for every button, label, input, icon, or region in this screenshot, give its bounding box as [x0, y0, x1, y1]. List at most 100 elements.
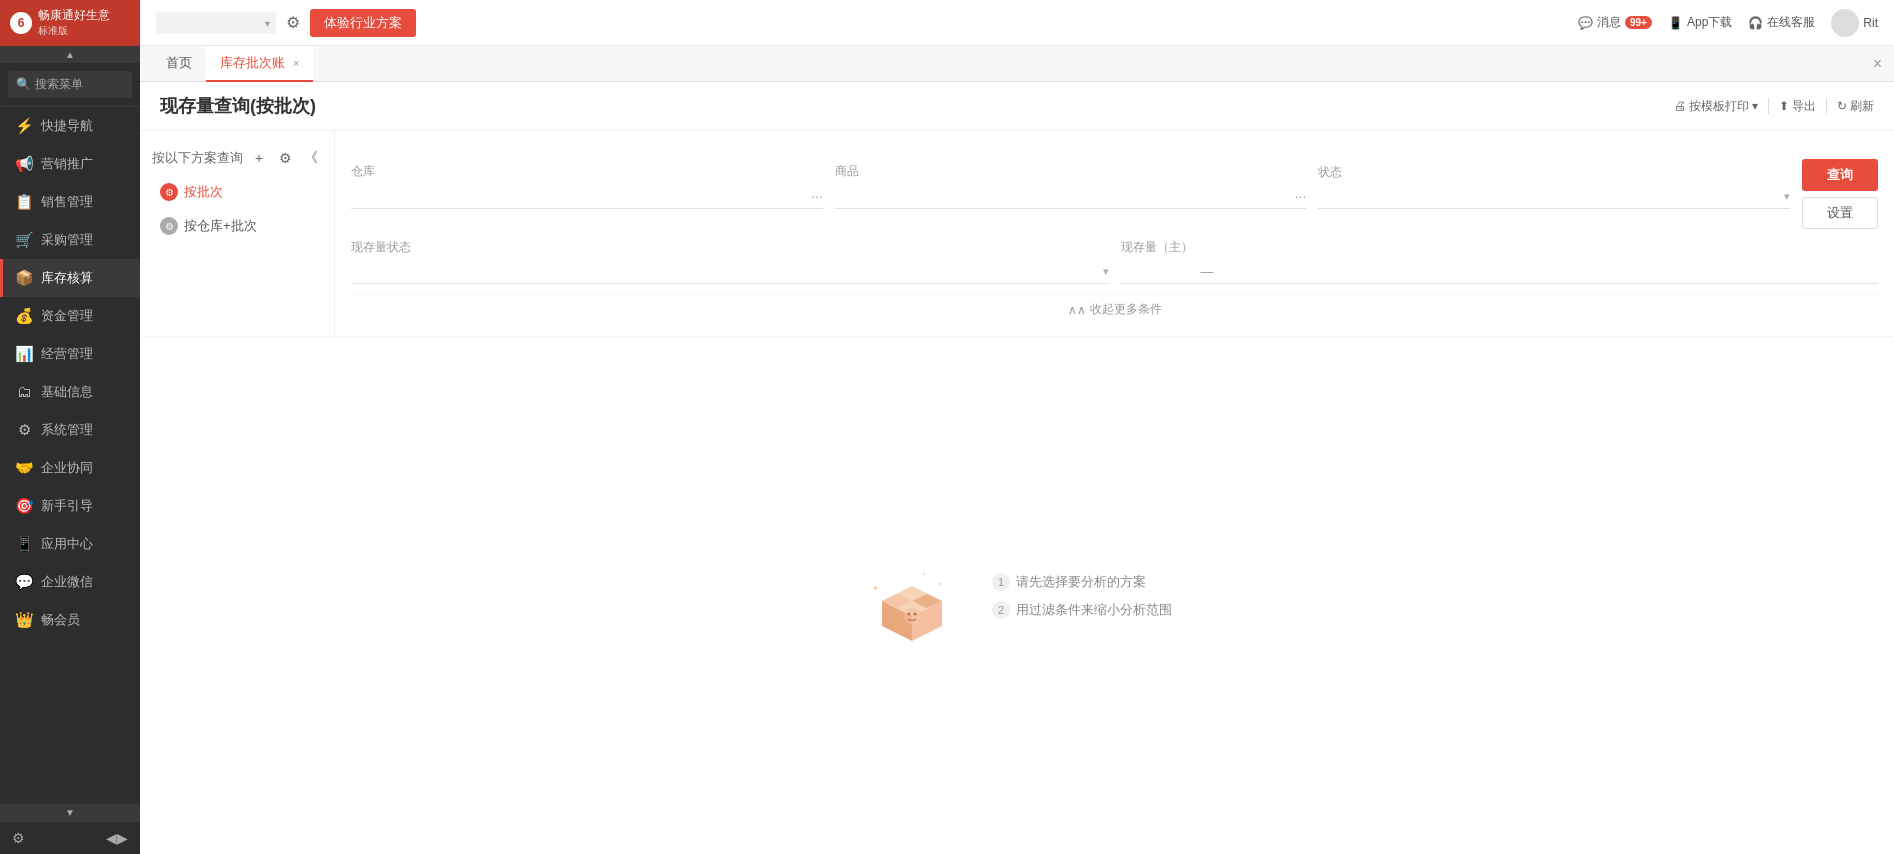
empty-tip-1: 1 请先选择要分析的方案: [992, 573, 1172, 591]
product-field: 商品 ···: [835, 163, 1307, 209]
topbar-search-input[interactable]: [156, 12, 276, 34]
sidebar-item-marketing[interactable]: 📢 营销推广: [0, 145, 140, 183]
marketing-icon: 📢: [15, 155, 33, 173]
refresh-button[interactable]: ↻ 刷新: [1837, 98, 1874, 115]
add-scheme-button[interactable]: +: [248, 147, 270, 169]
settings-button[interactable]: 设置: [1802, 197, 1878, 229]
sidebar-item-basic[interactable]: 🗂 基础信息: [0, 373, 140, 411]
user-avatar: [1831, 9, 1859, 37]
finance-icon: 💰: [15, 307, 33, 325]
svg-text:✦: ✦: [937, 581, 942, 587]
sidebar-item-quick-nav[interactable]: ⚡ 快捷导航: [0, 107, 140, 145]
user-profile-button[interactable]: Rit: [1831, 9, 1878, 37]
query-button[interactable]: 查询: [1802, 159, 1878, 191]
filter-row-2: 现存量状态 ▾ 现存量（主） —: [351, 239, 1878, 284]
sales-icon: 📋: [15, 193, 33, 211]
collapse-more-button[interactable]: ∧∧ 收起更多条件: [351, 294, 1878, 324]
filter-main: 仓库 ··· 商品 ··· 状态: [335, 131, 1894, 336]
app-tag: 标准版: [38, 24, 110, 38]
topbar-left: ⚙ 体验行业方案: [156, 9, 416, 37]
warehouse-input[interactable]: [351, 189, 811, 204]
warehouse-more-icon[interactable]: ···: [811, 188, 823, 204]
sidebar-item-purchase[interactable]: 🛒 采购管理: [0, 221, 140, 259]
sidebar-collapse-button[interactable]: ◀▶: [106, 830, 128, 846]
empty-tip-2: 2 用过滤条件来缩小分析范围: [992, 601, 1172, 619]
sidebar-scroll-up[interactable]: ▲: [0, 46, 140, 63]
messages-button[interactable]: 💬 消息 99+: [1578, 14, 1652, 31]
filter-sidebar: 按以下方案查询 + ⚙ 《 ⚙ 按批次 ⚙ 按仓库+批次: [140, 131, 335, 336]
sidebar-item-inventory[interactable]: 📦 库存核算: [0, 259, 140, 297]
topbar-gear-button[interactable]: ⚙: [286, 13, 300, 32]
filter-option-batch[interactable]: ⚙ 按批次: [140, 175, 334, 209]
sidebar-settings-button[interactable]: ⚙: [12, 830, 25, 846]
phone-icon: 📱: [1668, 16, 1683, 30]
product-more-icon[interactable]: ···: [1295, 188, 1307, 204]
filter-sidebar-header: 按以下方案查询 + ⚙ 《: [140, 141, 334, 175]
sidebar-footer: ⚙ ◀▶: [0, 821, 140, 854]
message-badge: 99+: [1625, 16, 1652, 29]
tip-num-1: 1: [992, 573, 1010, 591]
inventory-qty-field: 现存量（主） —: [1121, 239, 1879, 284]
sidebar-item-appstore[interactable]: 📱 应用中心: [0, 525, 140, 563]
svg-point-5: [904, 608, 920, 624]
tab-close-inventory-batch[interactable]: ×: [293, 57, 299, 69]
status-select[interactable]: [1318, 189, 1784, 204]
sidebar-item-operations[interactable]: 📊 经营管理: [0, 335, 140, 373]
qty-dash: —: [1201, 264, 1214, 279]
online-service-button[interactable]: 🎧 在线客服: [1748, 14, 1815, 31]
close-panel-button[interactable]: ×: [1873, 55, 1882, 73]
topbar: ⚙ 体验行业方案 💬 消息 99+ 📱 App下载 🎧 在线客服 Rit: [140, 0, 1894, 46]
sidebar-item-finance[interactable]: 💰 资金管理: [0, 297, 140, 335]
print-dropdown-icon: ▾: [1752, 99, 1758, 113]
status-dropdown-icon: ▾: [1784, 190, 1790, 203]
sidebar-item-enterprise[interactable]: 🤝 企业协同: [0, 449, 140, 487]
search-icon: 🔍: [16, 77, 31, 91]
purchase-icon: 🛒: [15, 231, 33, 249]
headset-icon: 🎧: [1748, 16, 1763, 30]
svg-text:✦: ✦: [872, 584, 879, 593]
inv-status-dropdown-icon: ▾: [1103, 265, 1109, 278]
newbie-icon: 🎯: [15, 497, 33, 515]
main-area: ⚙ 体验行业方案 💬 消息 99+ 📱 App下载 🎧 在线客服 Rit: [140, 0, 1894, 854]
app-download-button[interactable]: 📱 App下载: [1668, 14, 1732, 31]
action-divider-1: [1768, 98, 1769, 114]
sidebar-header: 6 畅康通好生意 标准版: [0, 0, 140, 46]
inventory-icon: 📦: [15, 269, 33, 287]
sidebar-item-system[interactable]: ⚙ 系统管理: [0, 411, 140, 449]
svg-point-6: [908, 612, 911, 615]
sidebar-item-newbie[interactable]: 🎯 新手引导: [0, 487, 140, 525]
filter-option-warehouse-batch[interactable]: ⚙ 按仓库+批次: [140, 209, 334, 243]
member-icon: 👑: [15, 611, 33, 629]
product-input[interactable]: [835, 189, 1295, 204]
page-title: 现存量查询(按批次): [160, 94, 316, 118]
export-button[interactable]: ⬆ 导出: [1779, 98, 1816, 115]
search-menu-button[interactable]: 🔍 搜索菜单: [8, 71, 132, 98]
page-actions: 🖨 按模板打印 ▾ ⬆ 导出 ↻ 刷新: [1674, 98, 1874, 115]
content-area: 现存量查询(按批次) 🖨 按模板打印 ▾ ⬆ 导出 ↻ 刷新: [140, 82, 1894, 854]
inventory-status-select[interactable]: [351, 264, 1103, 279]
sidebar-item-member[interactable]: 👑 畅会员: [0, 601, 140, 639]
warehouse-input-wrap: ···: [351, 184, 823, 209]
print-button[interactable]: 🖨 按模板打印 ▾: [1674, 98, 1758, 115]
sidebar-item-wechat[interactable]: 💬 企业微信: [0, 563, 140, 601]
quick-nav-icon: ⚡: [15, 117, 33, 135]
inventory-qty-from-input[interactable]: [1121, 264, 1201, 279]
sidebar-item-sales[interactable]: 📋 销售管理: [0, 183, 140, 221]
app-name-wrap: 畅康通好生意 标准版: [38, 8, 110, 38]
tab-inventory-batch[interactable]: 库存批次账 ×: [206, 46, 313, 82]
empty-illustration: ✦ ✦ ✦: [862, 546, 962, 646]
collapse-sidebar-button[interactable]: 《: [300, 147, 322, 169]
inventory-qty-to-input[interactable]: [1214, 264, 1294, 279]
sidebar-nav: ⚡ 快捷导航 📢 营销推广 📋 销售管理 🛒 采购管理 📦 库存核算 💰 资金管…: [0, 107, 140, 804]
wechat-icon: 💬: [15, 573, 33, 591]
tab-home[interactable]: 首页: [152, 46, 206, 82]
sidebar-scroll-down[interactable]: ▼: [0, 804, 140, 821]
svg-text:✦: ✦: [922, 571, 926, 577]
trial-industry-button[interactable]: 体验行业方案: [310, 9, 416, 37]
warehouse-batch-option-icon: ⚙: [160, 217, 178, 235]
scheme-settings-button[interactable]: ⚙: [274, 147, 296, 169]
enterprise-icon: 🤝: [15, 459, 33, 477]
inventory-qty-wrap: —: [1121, 260, 1879, 284]
export-icon: ⬆: [1779, 99, 1789, 113]
topbar-right: 💬 消息 99+ 📱 App下载 🎧 在线客服 Rit: [1578, 9, 1878, 37]
